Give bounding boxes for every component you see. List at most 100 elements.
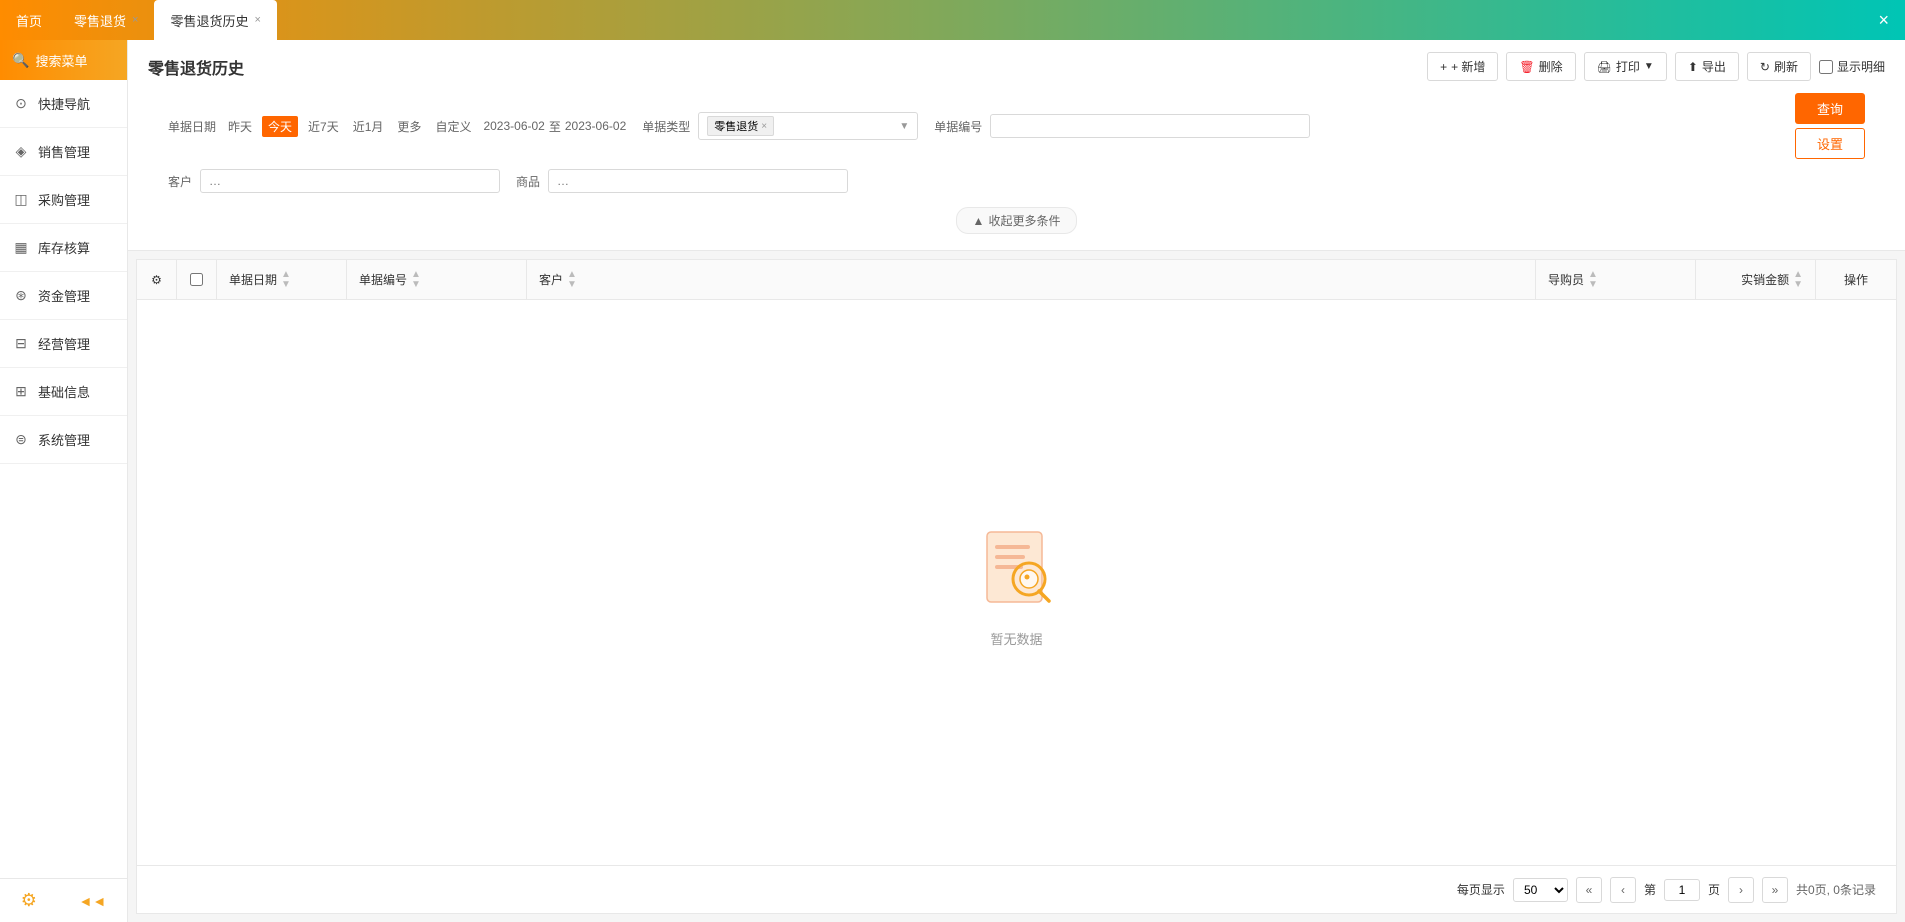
query-section: 查询 设置 (1795, 93, 1865, 159)
tab-retail-return-history-close[interactable]: × (254, 14, 260, 26)
th-guide[interactable]: 导购员 ▲▼ (1536, 260, 1696, 299)
inventory-icon: ▦ (12, 239, 30, 257)
sidebar-item-label: 销售管理 (38, 142, 90, 161)
layout: 🔍 搜索菜单 ⊙ 快捷导航 ◈ 销售管理 ◫ 采购管理 ▦ 库存核算 ⊛ 资金管 (0, 40, 1905, 922)
refresh-button[interactable]: ↻ 刷新 (1747, 52, 1811, 81)
collapse-button[interactable]: ▲ 收起更多条件 (956, 207, 1078, 234)
th-settings[interactable]: ⚙ (137, 260, 177, 299)
tab-retail-return-history[interactable]: 零售退货历史 × (154, 0, 276, 40)
sidebar-item-system[interactable]: ⊜ 系统管理 (0, 416, 127, 464)
customer-filter: 客户 (168, 169, 500, 193)
bill-no-label: 单据编号 (934, 118, 982, 135)
next-page-btn[interactable]: › (1728, 877, 1754, 903)
sidebar-item-basic[interactable]: ⊞ 基础信息 (0, 368, 127, 416)
collapse-label: 收起更多条件 (988, 212, 1060, 229)
sidebar-item-label: 基础信息 (38, 382, 90, 401)
prev-page-btn[interactable]: ‹ (1610, 877, 1636, 903)
finance-icon: ⊛ (12, 287, 30, 305)
sidebar-bottom: ⚙ ◄◄ (0, 878, 127, 922)
guide-sort-icon: ▲▼ (1588, 270, 1598, 290)
tab-retail-return[interactable]: 零售退货 × (58, 0, 154, 40)
set-button[interactable]: 设置 (1795, 128, 1865, 159)
bill-type-tag: 零售退货 × (707, 116, 774, 136)
date-to: 至 (549, 118, 561, 135)
print-icon: 🖨 (1597, 60, 1612, 74)
delete-button[interactable]: 🗑 删除 (1506, 52, 1575, 81)
th-date[interactable]: 单据日期 ▲▼ (217, 260, 347, 299)
filter-row-2: 客户 商品 (168, 169, 1865, 193)
date-shortcut-custom[interactable]: 自定义 (431, 116, 475, 137)
pagination: 每页显示 20 50 100 « ‹ 第 页 › » 共0页, 0条记录 (137, 865, 1896, 913)
print-dropdown-icon: ▼ (1644, 61, 1654, 72)
sidebar-menu: ⊙ 快捷导航 ◈ 销售管理 ◫ 采购管理 ▦ 库存核算 ⊛ 资金管理 ⊟ 经营管… (0, 80, 127, 878)
table-header: ⚙ 单据日期 ▲▼ 单据编号 ▲▼ 客户 ▲▼ 导购员 (137, 260, 1896, 300)
sidebar-item-quicknav[interactable]: ⊙ 快捷导航 (0, 80, 127, 128)
goods-input[interactable] (548, 169, 848, 193)
date-shortcut-1month[interactable]: 近1月 (349, 116, 388, 137)
page-suffix: 页 (1708, 881, 1720, 898)
sidebar-search-label: 搜索菜单 (35, 51, 87, 70)
th-action: 操作 (1816, 260, 1896, 299)
delete-icon: 🗑 (1519, 60, 1534, 74)
first-page-btn[interactable]: « (1576, 877, 1602, 903)
goods-label: 商品 (516, 173, 540, 190)
collapse-arrow-icon: ▲ (973, 214, 985, 228)
per-page-select[interactable]: 20 50 100 (1513, 878, 1568, 902)
new-icon: + (1440, 60, 1447, 74)
purchase-icon: ◫ (12, 191, 30, 209)
empty-text: 暂无数据 (990, 629, 1042, 648)
date-shortcut-7days[interactable]: 近7天 (304, 116, 343, 137)
date-shortcuts: 昨天 今天 近7天 近1月 更多 自定义 (224, 116, 475, 137)
date-shortcut-more[interactable]: 更多 (393, 116, 425, 137)
table-settings-icon: ⚙ (151, 273, 162, 287)
bill-type-tag-text: 零售退货 (714, 118, 758, 134)
bill-type-select[interactable]: 零售退货 × ▼ (698, 112, 918, 140)
sidebar-search[interactable]: 🔍 搜索菜单 (0, 40, 127, 80)
th-bill-no[interactable]: 单据编号 ▲▼ (347, 260, 527, 299)
select-all-checkbox[interactable] (190, 273, 203, 286)
new-button[interactable]: + + 新增 (1427, 52, 1498, 81)
filter-area: 单据日期 昨天 今天 近7天 近1月 更多 自定义 2023-06-02 至 (148, 93, 1885, 250)
tab-retail-return-close[interactable]: × (132, 14, 138, 26)
date-shortcut-today[interactable]: 今天 (262, 116, 298, 137)
page-header-top: 零售退货历史 + + 新增 🗑 删除 🖨 打印 ▼ (148, 52, 1885, 81)
tab-list: 首页 零售退货 × 零售退货历史 × (0, 0, 1878, 40)
tab-home[interactable]: 首页 (0, 0, 58, 40)
window-close-btn[interactable]: × (1878, 10, 1905, 31)
last-page-btn[interactable]: » (1762, 877, 1788, 903)
show-detail-label: 显示明细 (1837, 58, 1885, 75)
empty-illustration (967, 517, 1067, 617)
goods-filter: 商品 (516, 169, 848, 193)
audio-icon[interactable]: ◄◄ (78, 893, 106, 909)
sidebar-item-inventory[interactable]: ▦ 库存核算 (0, 224, 127, 272)
sidebar-item-finance[interactable]: ⊛ 资金管理 (0, 272, 127, 320)
page-input[interactable] (1664, 879, 1700, 901)
main-content: 零售退货历史 + + 新增 🗑 删除 🖨 打印 ▼ (128, 40, 1905, 922)
date-start: 2023-06-02 (483, 119, 544, 133)
table-body: 暂无数据 (137, 300, 1896, 865)
query-button[interactable]: 查询 (1795, 93, 1865, 124)
top-bar: 首页 零售退货 × 零售退货历史 × × (0, 0, 1905, 40)
th-customer[interactable]: 客户 ▲▼ (527, 260, 1536, 299)
print-button[interactable]: 🖨 打印 ▼ (1584, 52, 1667, 81)
bill-no-input[interactable] (990, 114, 1310, 138)
page-title: 零售退货历史 (148, 55, 244, 79)
amount-sort-icon: ▲▼ (1793, 270, 1803, 290)
export-button[interactable]: ⬆ 导出 (1675, 52, 1739, 81)
bill-type-tag-close[interactable]: × (761, 121, 767, 132)
settings-icon[interactable]: ⚙ (21, 890, 37, 911)
th-amount[interactable]: 实销金额 ▲▼ (1696, 260, 1816, 299)
export-icon: ⬆ (1688, 60, 1698, 74)
system-icon: ⊜ (12, 431, 30, 449)
th-checkbox[interactable] (177, 260, 217, 299)
toolbar: + + 新增 🗑 删除 🖨 打印 ▼ ⬆ 导出 (1427, 52, 1885, 81)
date-shortcut-yesterday[interactable]: 昨天 (224, 116, 256, 137)
bill-sort-icon: ▲▼ (411, 270, 421, 290)
show-detail-checkbox[interactable] (1819, 60, 1833, 74)
sidebar-item-purchase[interactable]: ◫ 采购管理 (0, 176, 127, 224)
sidebar-item-operation[interactable]: ⊟ 经营管理 (0, 320, 127, 368)
sidebar-item-sales[interactable]: ◈ 销售管理 (0, 128, 127, 176)
customer-input[interactable] (200, 169, 500, 193)
customer-label: 客户 (168, 173, 192, 190)
page-total: 共0页, 0条记录 (1796, 881, 1876, 898)
